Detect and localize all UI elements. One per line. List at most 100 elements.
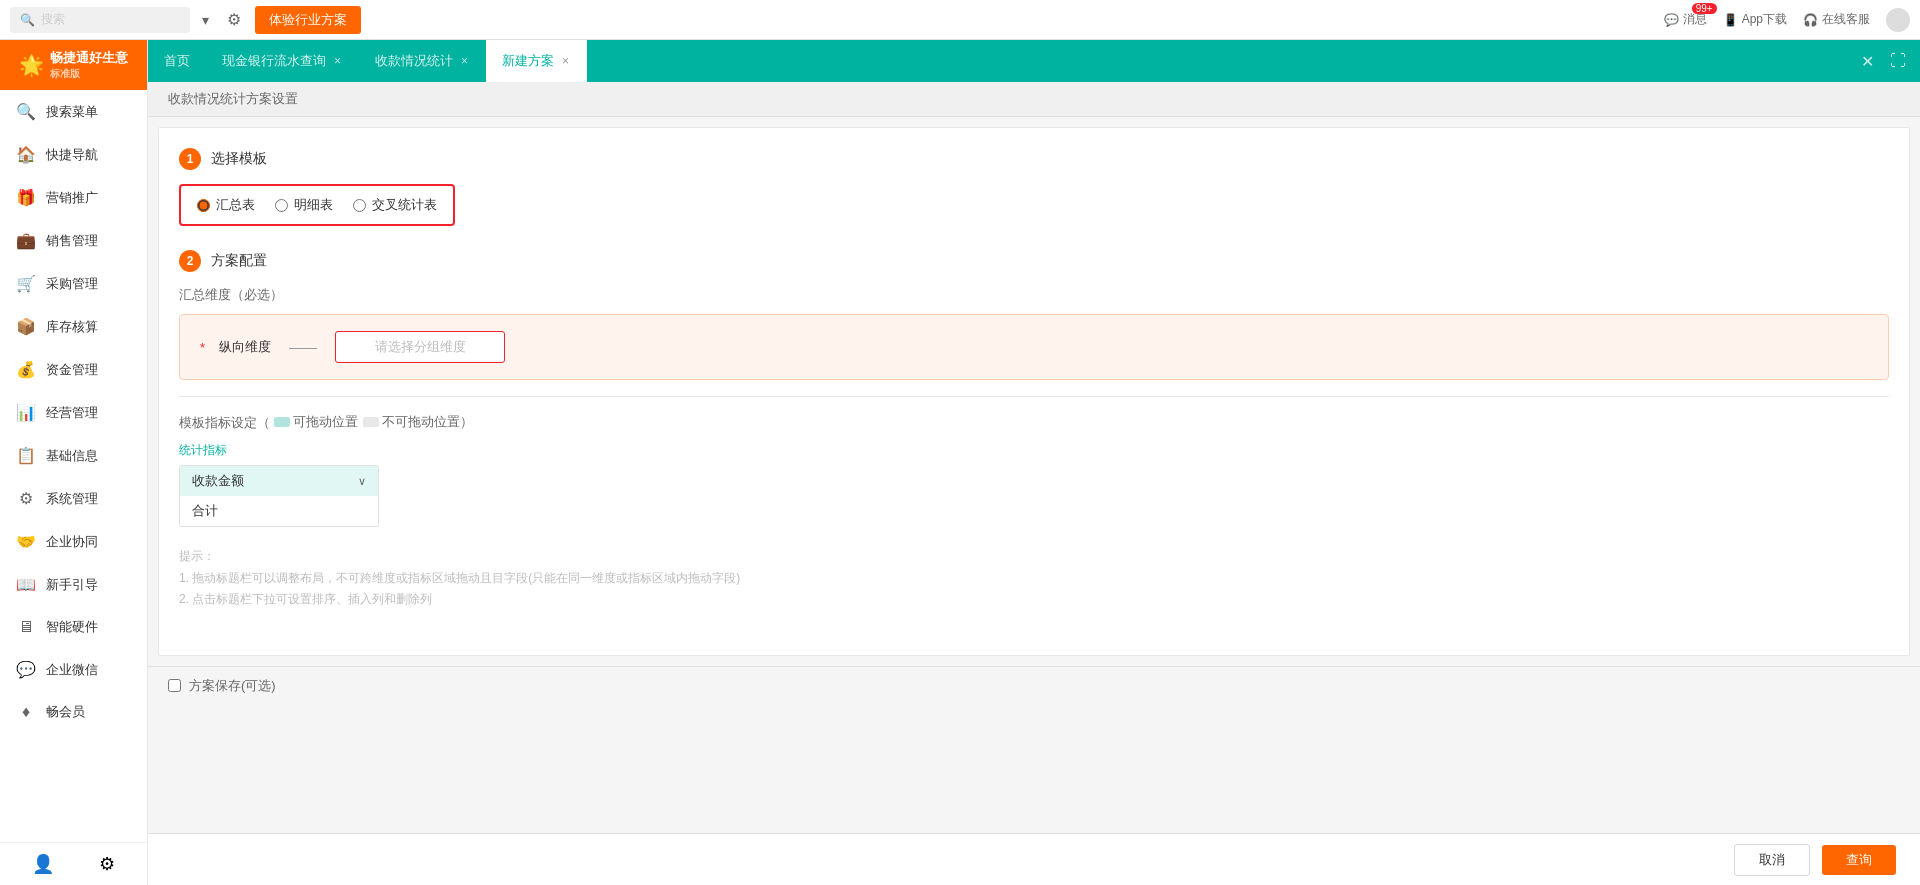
radio-detail-label: 明细表 <box>294 196 333 214</box>
dimension-arrow: —— <box>289 339 317 355</box>
search-placeholder: 搜索 <box>41 11 65 28</box>
sidebar-item-purchase[interactable]: 🛒 采购管理 <box>0 262 147 305</box>
customer-service-item[interactable]: 🎧 在线客服 <box>1803 11 1870 28</box>
search-bar[interactable]: 🔍 搜索 <box>10 7 190 33</box>
radio-summary[interactable]: 汇总表 <box>197 196 255 214</box>
sidebar-label-inventory: 库存核算 <box>46 318 98 336</box>
sidebar-item-member[interactable]: ♦ 畅会员 <box>0 691 147 733</box>
page-title: 收款情况统计方案设置 <box>148 82 1920 117</box>
radio-cross[interactable]: 交叉统计表 <box>353 196 437 214</box>
sidebar-item-finance[interactable]: 💰 资金管理 <box>0 348 147 391</box>
sidebar-label-system: 系统管理 <box>46 490 98 508</box>
indicator-header: 模板指标设定（ 可拖动位置 不可拖动位置） <box>179 413 1889 432</box>
sidebar-item-cooperation[interactable]: 🤝 企业协同 <box>0 520 147 563</box>
legend-draggable: 可拖动位置 <box>274 413 358 431</box>
app-icon: 📱 <box>1723 13 1738 27</box>
sidebar-footer-icon2[interactable]: ⚙ <box>99 853 115 875</box>
message-icon: 💬 <box>1664 13 1679 27</box>
step2-title: 方案配置 <box>211 252 267 270</box>
app-download-item[interactable]: 📱 App下载 <box>1723 11 1787 28</box>
home-icon: 🏠 <box>16 145 36 164</box>
sidebar-label-hardware: 智能硬件 <box>46 618 98 636</box>
guide-icon: 📖 <box>16 575 36 594</box>
indicator-label-text: 模板指标设定（ <box>179 415 270 430</box>
grid-header-label: 收款金额 <box>192 472 244 490</box>
dimension-area: * 纵向维度 —— 请选择分组维度 <box>179 314 1889 380</box>
sidebar-item-guide[interactable]: 📖 新手引导 <box>0 563 147 606</box>
sidebar-footer-icon1[interactable]: 👤 <box>32 853 54 875</box>
query-button[interactable]: 查询 <box>1822 845 1896 875</box>
trial-button[interactable]: 体验行业方案 <box>255 6 361 34</box>
tab-close-all[interactable]: ✕ <box>1857 48 1878 75</box>
step1-number: 1 <box>179 148 201 170</box>
save-checkbox[interactable] <box>168 679 181 692</box>
sidebar-item-wechat[interactable]: 💬 企业微信 <box>0 648 147 691</box>
tip-line-1: 1. 拖动标题栏可以调整布局，不可跨维度或指标区域拖动且目字段(只能在同一维度或… <box>179 568 1889 590</box>
step2-header: 2 方案配置 <box>179 250 1889 272</box>
dropdown-button[interactable]: ▾ <box>198 10 213 30</box>
tab-home[interactable]: 首页 <box>148 40 206 82</box>
sidebar-item-marketing[interactable]: 🎁 营销推广 <box>0 176 147 219</box>
sidebar-item-basic-info[interactable]: 📋 基础信息 <box>0 434 147 477</box>
step2-number: 2 <box>179 250 201 272</box>
sidebar-label-search: 搜索菜单 <box>46 103 98 121</box>
service-icon: 🎧 <box>1803 13 1818 27</box>
box-icon: 📦 <box>16 317 36 336</box>
indicator-grid-header[interactable]: 收款金额 ∨ <box>180 466 378 496</box>
indicator-group-title: 统计指标 <box>179 442 379 459</box>
content-area: 收款情况统计方案设置 1 选择模板 汇总表 <box>148 82 1920 833</box>
tab-receipts-close[interactable]: × <box>459 54 470 68</box>
dimension-select[interactable]: 请选择分组维度 <box>335 331 505 363</box>
user-avatar[interactable] <box>1886 8 1910 32</box>
gear-button[interactable]: ⚙ <box>221 8 247 31</box>
sales-icon: 💼 <box>16 231 36 250</box>
tab-cash-bank-close[interactable]: × <box>332 54 343 68</box>
not-draggable-color-swatch <box>363 417 379 427</box>
handshake-icon: 🤝 <box>16 532 36 551</box>
sidebar-label-nav: 快捷导航 <box>46 146 98 164</box>
sidebar-label-cooperation: 企业协同 <box>46 533 98 551</box>
gift-icon: 🎁 <box>16 188 36 207</box>
cart-icon: 🛒 <box>16 274 36 293</box>
dimension-section-label: 汇总维度（必选） <box>179 286 1889 304</box>
list-icon: 📋 <box>16 446 36 465</box>
tab-receipts[interactable]: 收款情况统计 × <box>359 40 486 82</box>
indicator-grid: 收款金额 ∨ 合计 <box>179 465 379 527</box>
tab-maximize[interactable]: ⛶ <box>1886 48 1910 74</box>
sidebar-item-sales[interactable]: 💼 销售管理 <box>0 219 147 262</box>
legend-not-draggable: 不可拖动位置） <box>363 413 473 431</box>
sidebar-label-wechat: 企业微信 <box>46 661 98 679</box>
header-left: 🔍 搜索 ▾ ⚙ 体验行业方案 <box>10 6 361 34</box>
sidebar-item-system[interactable]: ⚙ 系统管理 <box>0 477 147 520</box>
radio-cross-input[interactable] <box>353 199 366 212</box>
search-icon: 🔍 <box>20 13 35 27</box>
radio-summary-input[interactable] <box>197 199 210 212</box>
step1-header: 1 选择模板 <box>179 148 1889 170</box>
search-menu-icon: 🔍 <box>16 102 36 121</box>
step1-section: 1 选择模板 汇总表 明细表 <box>179 148 1889 226</box>
sidebar-label-member: 畅会员 <box>46 703 85 721</box>
tips-title: 提示： <box>179 549 215 563</box>
radio-detail-input[interactable] <box>275 199 288 212</box>
system-icon: ⚙ <box>16 489 36 508</box>
sidebar-item-hardware[interactable]: 🖥 智能硬件 <box>0 606 147 648</box>
top-header: 🔍 搜索 ▾ ⚙ 体验行业方案 💬 消息 99+ 📱 App下载 🎧 在线客服 <box>0 0 1920 40</box>
tip-line-2: 2. 点击标题栏下拉可设置排序、插入列和删除列 <box>179 589 1889 611</box>
cancel-button[interactable]: 取消 <box>1734 844 1810 876</box>
grid-header-chevron[interactable]: ∨ <box>358 475 366 488</box>
dimension-label: 纵向维度 <box>219 338 271 356</box>
sidebar-item-inventory[interactable]: 📦 库存核算 <box>0 305 147 348</box>
sidebar-item-search[interactable]: 🔍 搜索菜单 <box>0 90 147 133</box>
money-icon: 💰 <box>16 360 36 379</box>
sidebar-label-sales: 销售管理 <box>46 232 98 250</box>
sidebar-footer: 👤 ⚙ <box>0 842 147 885</box>
sidebar-item-nav[interactable]: 🏠 快捷导航 <box>0 133 147 176</box>
radio-detail[interactable]: 明细表 <box>275 196 333 214</box>
radio-summary-label: 汇总表 <box>216 196 255 214</box>
sidebar-item-management[interactable]: 📊 经营管理 <box>0 391 147 434</box>
message-item[interactable]: 💬 消息 99+ <box>1664 11 1707 28</box>
tab-cash-bank[interactable]: 现金银行流水查询 × <box>206 40 359 82</box>
tab-new-plan[interactable]: 新建方案 × <box>486 40 587 82</box>
tab-new-plan-close[interactable]: × <box>560 54 571 68</box>
dimension-required-mark: * <box>200 340 205 355</box>
